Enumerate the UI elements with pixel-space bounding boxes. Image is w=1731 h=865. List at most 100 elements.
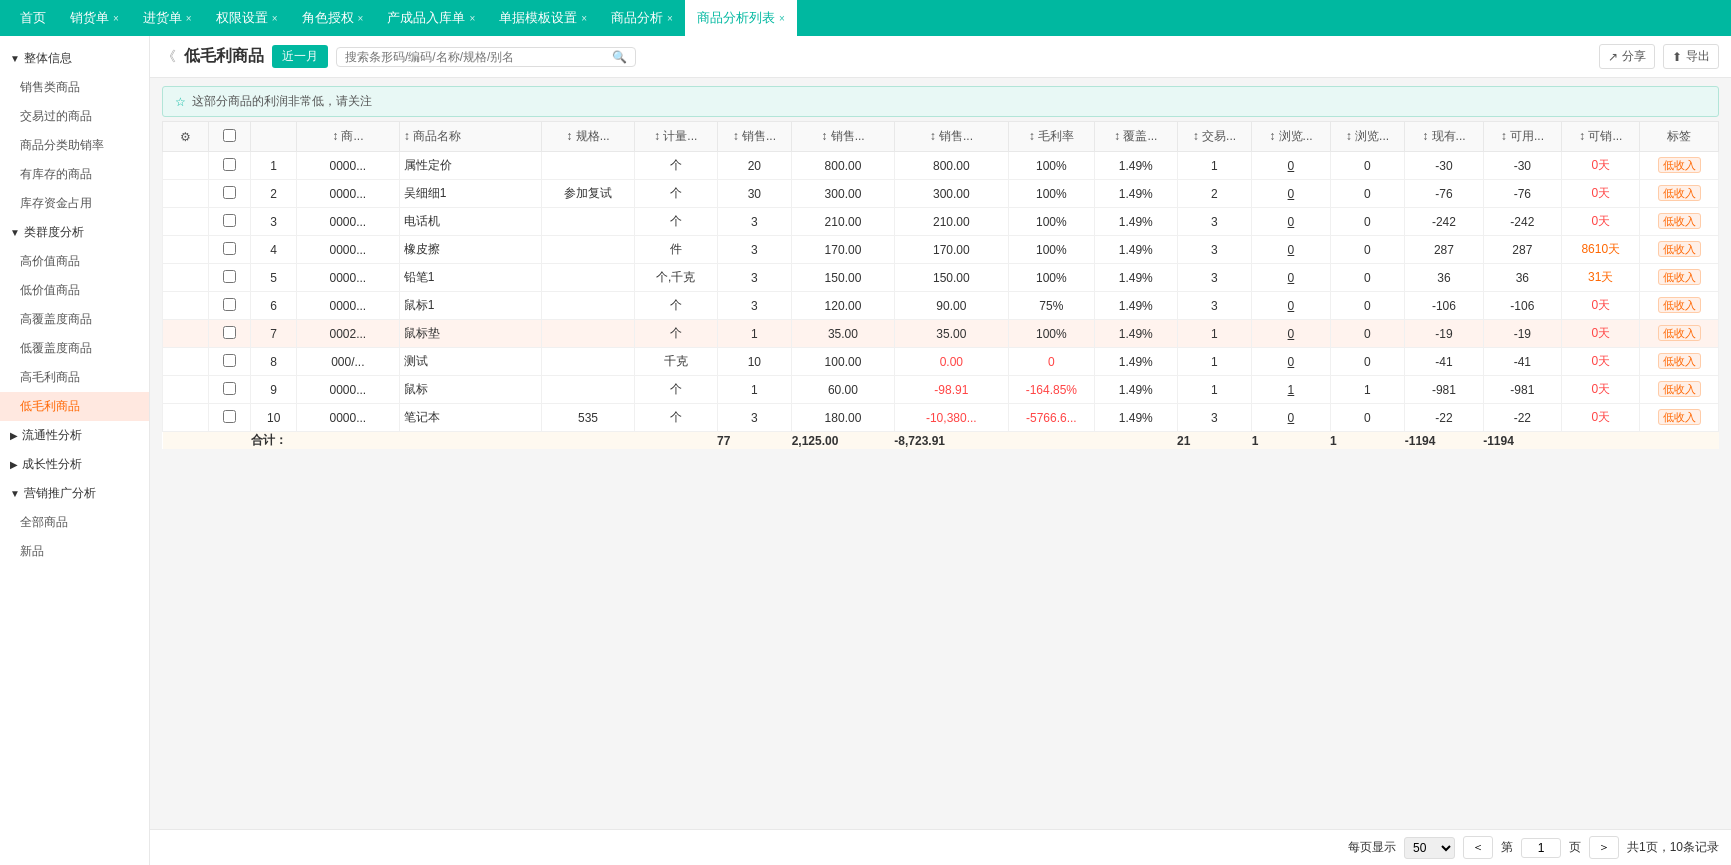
nav-template-settings[interactable]: 单据模板设置 × — [487, 0, 599, 36]
col-spec-header[interactable]: ↕ 规格... — [542, 122, 635, 152]
nav-product-analysis-list[interactable]: 商品分析列表 × — [685, 0, 797, 36]
sidebar-group-circulation[interactable]: ▶ 流通性分析 — [0, 421, 149, 450]
sidebar-item-in-stock-goods[interactable]: 有库存的商品 — [0, 160, 149, 189]
row-name-5[interactable]: 鼠标1 — [399, 292, 542, 320]
sidebar-item-traded-goods[interactable]: 交易过的商品 — [0, 102, 149, 131]
sidebar-item-high-coverage[interactable]: 高覆盖度商品 — [0, 305, 149, 334]
row-name-0[interactable]: 属性定价 — [399, 152, 542, 180]
row-settings-0[interactable] — [163, 152, 209, 180]
col-view2-header[interactable]: ↕ 浏览... — [1330, 122, 1405, 152]
period-button[interactable]: 近一月 — [272, 45, 328, 68]
row-view1-5[interactable]: 0 — [1252, 292, 1330, 320]
sidebar-item-low-coverage[interactable]: 低覆盖度商品 — [0, 334, 149, 363]
nav-permissions[interactable]: 权限设置 × — [204, 0, 290, 36]
row-name-4[interactable]: 铅笔1 — [399, 264, 542, 292]
row-settings-6[interactable] — [163, 320, 209, 348]
export-button[interactable]: ⬆ 导出 — [1663, 44, 1719, 69]
col-stock2-header[interactable]: ↕ 可用... — [1483, 122, 1561, 152]
row-settings-7[interactable] — [163, 348, 209, 376]
close-role-auth-icon[interactable]: × — [358, 13, 364, 24]
row-settings-9[interactable] — [163, 404, 209, 432]
nav-product-analysis[interactable]: 商品分析 × — [599, 0, 685, 36]
row-name-8[interactable]: 鼠标 — [399, 376, 542, 404]
col-sales-amt-header[interactable]: ↕ 销售... — [894, 122, 1008, 152]
col-name-header[interactable]: ↕ 商品名称 — [399, 122, 542, 152]
close-sales-order-icon[interactable]: × — [113, 13, 119, 24]
sidebar-group-growth[interactable]: ▶ 成长性分析 — [0, 450, 149, 479]
close-product-inbound-icon[interactable]: × — [469, 13, 475, 24]
col-qty-header[interactable]: ↕ 销售... — [717, 122, 792, 152]
sidebar-collapse-btn[interactable]: 《 — [162, 48, 176, 66]
nav-purchase-order[interactable]: 进货单 × — [131, 0, 204, 36]
col-price-header[interactable]: ↕ 销售... — [792, 122, 895, 152]
sidebar-item-category-rate[interactable]: 商品分类助销率 — [0, 131, 149, 160]
col-salable-header[interactable]: ↕ 可销... — [1562, 122, 1640, 152]
row-name-2[interactable]: 电话机 — [399, 208, 542, 236]
close-product-analysis-icon[interactable]: × — [667, 13, 673, 24]
search-icon[interactable]: 🔍 — [612, 50, 627, 64]
row-view1-6[interactable]: 0 — [1252, 320, 1330, 348]
row-checkbox-1[interactable] — [208, 180, 251, 208]
row-name-1[interactable]: 吴细细1 — [399, 180, 542, 208]
page-number-input[interactable] — [1521, 838, 1561, 858]
row-name-3[interactable]: 橡皮擦 — [399, 236, 542, 264]
row-checkbox-0[interactable] — [208, 152, 251, 180]
col-code-header[interactable]: ↕ 商... — [296, 122, 399, 152]
row-settings-8[interactable] — [163, 376, 209, 404]
row-checkbox-9[interactable] — [208, 404, 251, 432]
row-view1-3[interactable]: 0 — [1252, 236, 1330, 264]
sidebar-item-stock-capital[interactable]: 库存资金占用 — [0, 189, 149, 218]
col-view1-header[interactable]: ↕ 浏览... — [1252, 122, 1330, 152]
row-checkbox-5[interactable] — [208, 292, 251, 320]
row-checkbox-2[interactable] — [208, 208, 251, 236]
row-view1-4[interactable]: 0 — [1252, 264, 1330, 292]
row-checkbox-8[interactable] — [208, 376, 251, 404]
row-checkbox-6[interactable] — [208, 320, 251, 348]
col-stock1-header[interactable]: ↕ 现有... — [1405, 122, 1483, 152]
nav-sales-order[interactable]: 销货单 × — [58, 0, 131, 36]
col-cover-rate-header[interactable]: ↕ 覆盖... — [1094, 122, 1177, 152]
close-permissions-icon[interactable]: × — [272, 13, 278, 24]
sidebar-group-overall[interactable]: ▼ 整体信息 — [0, 44, 149, 73]
row-name-9[interactable]: 笔记本 — [399, 404, 542, 432]
sidebar-item-high-gross[interactable]: 高毛利商品 — [0, 363, 149, 392]
row-view1-7[interactable]: 0 — [1252, 348, 1330, 376]
row-view1-1[interactable]: 0 — [1252, 180, 1330, 208]
search-input[interactable] — [345, 50, 612, 64]
select-all-checkbox[interactable] — [223, 129, 236, 142]
sidebar-group-marketing[interactable]: ▼ 营销推广分析 — [0, 479, 149, 508]
col-trans-header[interactable]: ↕ 交易... — [1177, 122, 1252, 152]
sidebar-item-sales-goods[interactable]: 销售类商品 — [0, 73, 149, 102]
col-settings[interactable]: ⚙ — [163, 122, 209, 152]
close-template-icon[interactable]: × — [581, 13, 587, 24]
sidebar-item-low-value[interactable]: 低价值商品 — [0, 276, 149, 305]
settings-icon[interactable]: ⚙ — [180, 130, 191, 144]
col-checkbox-all[interactable] — [208, 122, 251, 152]
page-size-select[interactable]: 50 100 200 — [1404, 837, 1455, 859]
nav-role-auth[interactable]: 角色授权 × — [290, 0, 376, 36]
table-container[interactable]: ⚙ ↕ 商... ↕ 商品名称 ↕ 规格... — [162, 121, 1719, 829]
row-view1-0[interactable]: 0 — [1252, 152, 1330, 180]
row-settings-3[interactable] — [163, 236, 209, 264]
col-tag-header[interactable]: 标签 — [1640, 122, 1719, 152]
row-view1-8[interactable]: 1 — [1252, 376, 1330, 404]
close-product-analysis-list-icon[interactable]: × — [779, 13, 785, 24]
close-purchase-order-icon[interactable]: × — [186, 13, 192, 24]
sidebar-item-new-goods[interactable]: 新品 — [0, 537, 149, 566]
row-name-7[interactable]: 测试 — [399, 348, 542, 376]
row-settings-2[interactable] — [163, 208, 209, 236]
nav-home[interactable]: 首页 — [8, 0, 58, 36]
share-button[interactable]: ↗ 分享 — [1599, 44, 1655, 69]
nav-product-inbound[interactable]: 产成品入库单 × — [375, 0, 487, 36]
row-settings-5[interactable] — [163, 292, 209, 320]
row-view1-9[interactable]: 0 — [1252, 404, 1330, 432]
row-settings-1[interactable] — [163, 180, 209, 208]
row-name-6[interactable]: 鼠标垫 — [399, 320, 542, 348]
row-view1-2[interactable]: 0 — [1252, 208, 1330, 236]
prev-page-btn[interactable]: ＜ — [1463, 836, 1493, 859]
sidebar-item-high-value[interactable]: 高价值商品 — [0, 247, 149, 276]
row-checkbox-4[interactable] — [208, 264, 251, 292]
next-page-btn[interactable]: ＞ — [1589, 836, 1619, 859]
row-checkbox-3[interactable] — [208, 236, 251, 264]
sidebar-item-all-goods[interactable]: 全部商品 — [0, 508, 149, 537]
